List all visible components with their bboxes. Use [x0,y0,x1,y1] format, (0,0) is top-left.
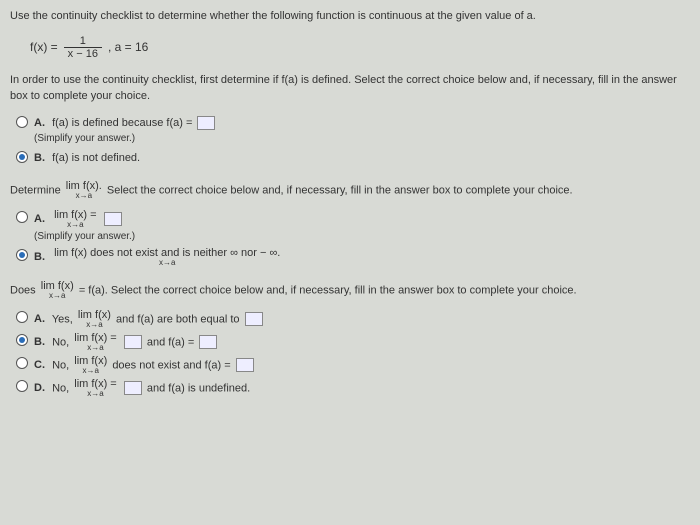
instruction-mid: = f(a). Select the correct choice below … [79,284,577,296]
instruction-pre: Does [10,284,39,296]
choice-body: A. f(a) is defined because f(a) = (Simpl… [34,115,690,147]
radio-icon[interactable] [16,211,28,223]
formula-lhs: f(x) = [30,38,58,56]
instruction-step3: Does lim f(x) x→a = f(a). Select the cor… [10,281,690,300]
answer-box[interactable] [104,212,122,226]
choice-pre: No, [52,336,72,348]
instruction-post: Select the correct choice below and, if … [107,184,573,196]
choice-pre: Yes, [52,313,76,325]
answer-box[interactable] [236,358,254,372]
choice-body: D. No, lim f(x) = x→a and f(a) is undefi… [34,379,690,398]
limit-expression: lim f(x) = x→a [74,379,116,398]
problem-prompt: Use the continuity checklist to determin… [10,8,690,25]
function-formula: f(x) = 1 x − 16 , a = 16 [30,35,690,60]
q1-choices: A. f(a) is defined because f(a) = (Simpl… [10,115,690,167]
q3-choice-d[interactable]: D. No, lim f(x) = x→a and f(a) is undefi… [16,379,690,398]
q1-choice-a[interactable]: A. f(a) is defined because f(a) = (Simpl… [16,115,690,147]
choice-letter: A. [34,117,45,129]
choice-letter: C. [34,359,45,371]
choice-post: and f(a) = [147,336,197,348]
answer-box[interactable] [245,312,263,326]
instruction-pre: Determine [10,184,64,196]
choice-pre: No, [52,359,72,371]
q2-choices: A. lim f(x) = x→a (Simplify your answer.… [10,210,690,267]
limit-sub: x→a [86,321,102,329]
choice-post: and f(a) is undefined. [147,382,250,394]
limit-expression: lim f(x) x→a [78,310,111,329]
instruction-step2: Determine lim f(x). x→a Select the corre… [10,181,690,200]
limit-sub: x→a [159,259,175,267]
radio-icon[interactable] [16,357,28,369]
limit-expression: lim f(x) does not exist and is neither ∞… [54,248,280,267]
denominator: x − 16 [64,48,102,60]
choice-post: does not exist and f(a) = [112,359,233,371]
choice-body: A. Yes, lim f(x) x→a and f(a) are both e… [34,310,690,329]
limit-sub: x→a [87,344,103,352]
choice-text: f(a) is not defined. [52,152,140,164]
radio-icon[interactable] [16,334,28,346]
radio-icon[interactable] [16,311,28,323]
numerator: 1 [64,35,102,48]
answer-box[interactable] [124,381,142,395]
choice-letter: B. [34,251,45,263]
q1-choice-b[interactable]: B. f(a) is not defined. [16,150,690,167]
q3-choice-c[interactable]: C. No, lim f(x) x→a does not exist and f… [16,356,690,375]
radio-icon[interactable] [16,116,28,128]
choice-post: and f(a) are both equal to [116,313,243,325]
q2-choice-b[interactable]: B. lim f(x) does not exist and is neithe… [16,248,690,267]
a-value: , a = 16 [108,38,148,56]
answer-box[interactable] [197,116,215,130]
choice-letter: B. [34,336,45,348]
choice-body: C. No, lim f(x) x→a does not exist and f… [34,356,690,375]
radio-icon[interactable] [16,151,28,163]
q2-choice-a[interactable]: A. lim f(x) = x→a (Simplify your answer.… [16,210,690,244]
choice-letter: B. [34,152,45,164]
limit-sub: x→a [83,367,99,375]
limit-sub: x→a [49,292,65,300]
choice-text: f(a) is defined because f(a) = [52,117,192,129]
answer-box[interactable] [124,335,142,349]
choice-body: A. lim f(x) = x→a (Simplify your answer.… [34,210,690,244]
limit-expression: lim f(x) = x→a [74,333,116,352]
radio-icon[interactable] [16,380,28,392]
q3-choice-b[interactable]: B. No, lim f(x) = x→a and f(a) = [16,333,690,352]
instruction-step1: In order to use the continuity checklist… [10,72,690,105]
limit-sub: x→a [87,390,103,398]
answer-box[interactable] [199,335,217,349]
limit-expression: lim f(x). x→a [66,181,102,200]
choice-letter: A. [34,213,45,225]
choice-body: B. No, lim f(x) = x→a and f(a) = [34,333,690,352]
choice-pre: No, [52,382,72,394]
q3-choices: A. Yes, lim f(x) x→a and f(a) are both e… [10,310,690,398]
q3-choice-a[interactable]: A. Yes, lim f(x) x→a and f(a) are both e… [16,310,690,329]
limit-expression: lim f(x) x→a [74,356,107,375]
choice-letter: D. [34,382,45,394]
limit-sub: x→a [67,221,83,229]
limit-expression: lim f(x) = x→a [54,210,96,229]
fraction: 1 x − 16 [64,35,102,60]
choice-letter: A. [34,313,45,325]
choice-body: B. lim f(x) does not exist and is neithe… [34,248,690,267]
choice-hint: (Simplify your answer.) [34,131,690,146]
limit-expression: lim f(x) x→a [41,281,74,300]
choice-body: B. f(a) is not defined. [34,150,690,167]
choice-hint: (Simplify your answer.) [34,229,690,244]
limit-sub: x→a [76,192,92,200]
radio-icon[interactable] [16,249,28,261]
